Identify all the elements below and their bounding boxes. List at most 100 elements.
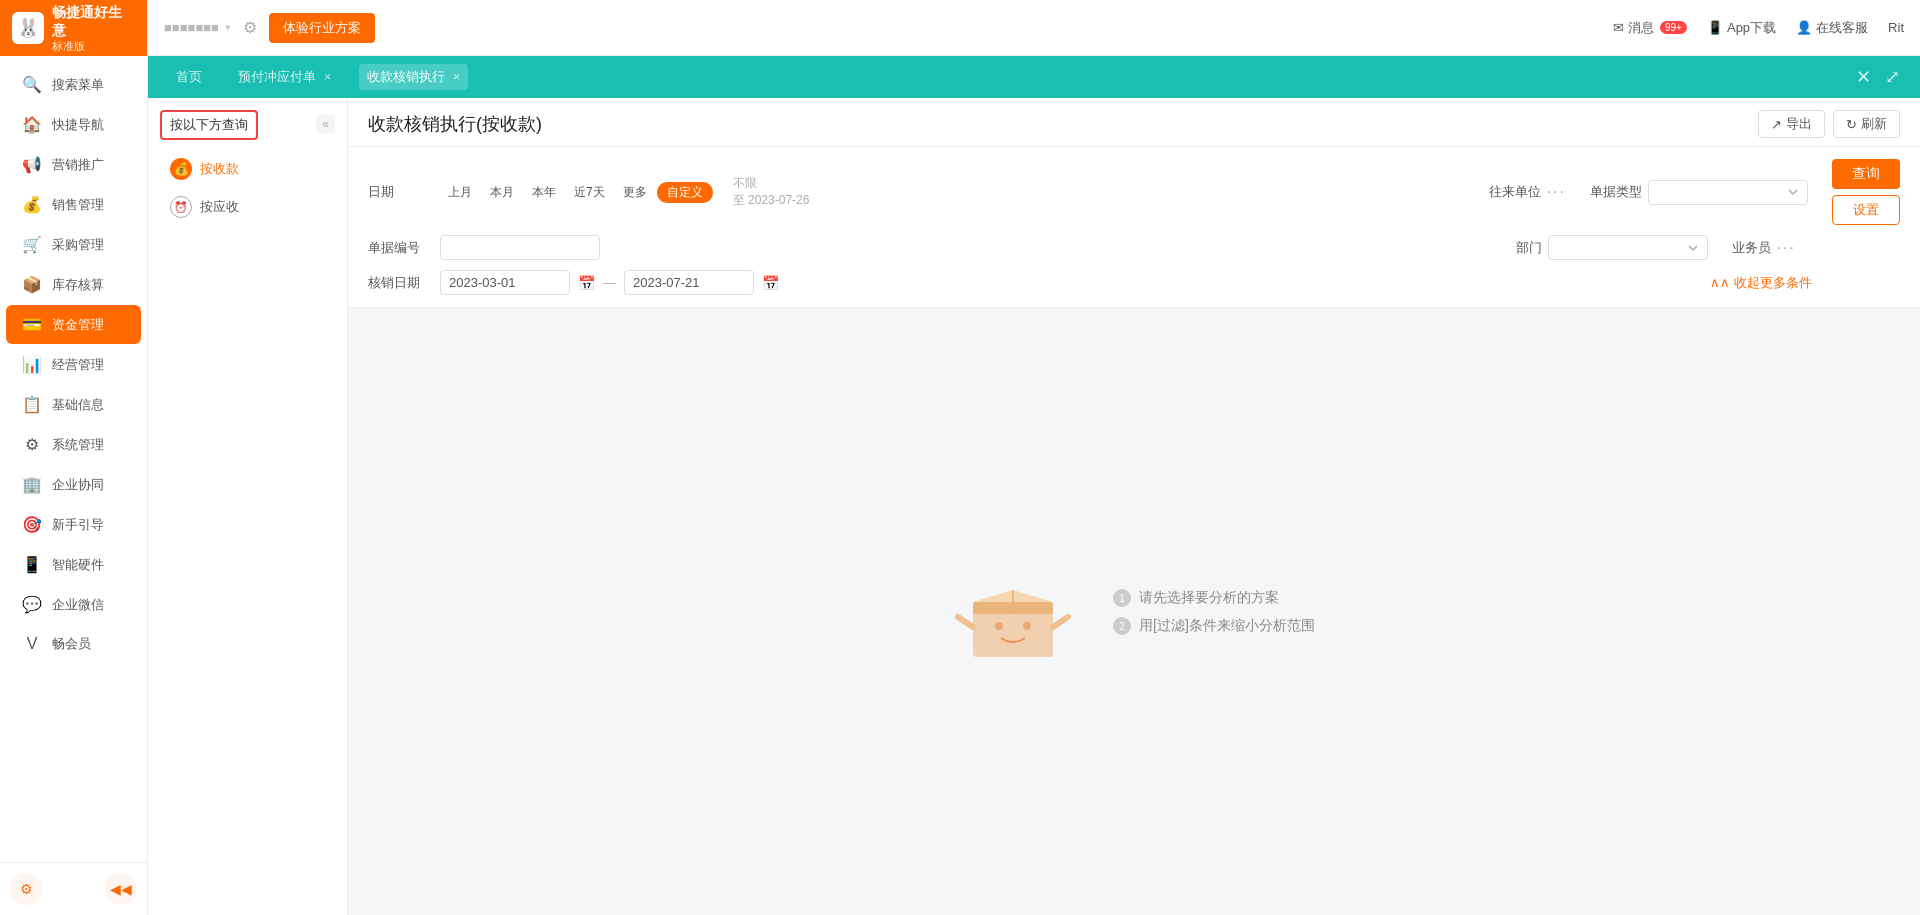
partner-field: 往来单位 ··· [1489,183,1566,201]
box-icon: 📦 [22,275,42,294]
settings-icon[interactable]: ⚙ [243,18,257,37]
doc-type-select[interactable] [1648,180,1808,205]
partner-more-icon[interactable]: ··· [1547,183,1566,201]
nav-tab-receipt-close[interactable]: × [453,69,461,84]
nav-tab-prepay[interactable]: 预付冲应付单 × [230,64,339,90]
filter-option-by-receipt[interactable]: 💰 按收款 [160,150,335,188]
calendar-start-icon[interactable]: 📅 [578,275,595,291]
filter-option-label: 按收款 [200,160,239,178]
date-tab-prev-month[interactable]: 上月 [440,181,480,204]
staff-more-icon[interactable]: ··· [1777,239,1796,257]
sidebar-item-basic-info[interactable]: 📋 基础信息 [6,385,141,424]
date-tab-this-year[interactable]: 本年 [524,181,564,204]
page-title: 收款核销执行(按收款) [368,112,542,136]
sidebar-item-label: 资金管理 [52,316,104,334]
download-icon: 📱 [1707,20,1723,35]
main-area: ■■■■■■■ ▾ ⚙ 体验行业方案 ✉ 消息 99+ 📱 App下载 👤 在线… [148,0,1920,915]
account-selector[interactable]: ■■■■■■■ ▾ [164,20,231,35]
message-label: 消息 [1628,19,1654,37]
chat-icon: 💬 [22,595,42,614]
app-name: 畅捷通好生意 [52,3,135,39]
dropdown-icon: ▾ [225,21,231,34]
staff-label: 业务员 [1732,239,1771,257]
sidebar-item-label: 营销推广 [52,156,104,174]
date-filter-label: 日期 [368,183,424,201]
maximize-btn[interactable]: ⤢ [1885,66,1900,88]
money-icon: 💰 [22,195,42,214]
megaphone-icon: 📢 [22,155,42,174]
svg-line-7 [1053,617,1068,627]
nav-tab-prepay-close[interactable]: × [324,69,332,84]
message-btn[interactable]: ✉ 消息 99+ [1613,19,1687,37]
app-download-btn[interactable]: 📱 App下载 [1707,19,1776,37]
filter-settings-button[interactable]: 设置 [1832,195,1900,225]
settings-footer-btn[interactable]: ⚙ [10,873,42,905]
content-area: 按以下方查询 « 💰 按收款 ⏰ 按应收 收款核销执行(按收款) [148,98,1920,915]
data-area: 1 请先选择要分析的方案 2 用[过滤]条件来缩小分析范围 [348,308,1920,915]
empty-state: 1 请先选择要分析的方案 2 用[过滤]条件来缩小分析范围 [953,562,1315,662]
cart-icon: 🛒 [22,235,42,254]
sidebar-item-label: 经营管理 [52,356,104,374]
write-off-end-input[interactable] [624,270,754,295]
date-tab-custom[interactable]: 自定义 [657,182,713,203]
sidebar-item-operations[interactable]: 📊 经营管理 [6,345,141,384]
left-filter-panel: 按以下方查询 « 💰 按收款 ⏰ 按应收 [148,98,348,915]
sidebar: 🐰 畅捷通好生意 标准版 🔍 搜索菜单 🏠 快捷导航 📢 营销推广 💰 销售管理… [0,0,148,915]
refresh-button[interactable]: ↻ 刷新 [1833,110,1900,138]
sidebar-item-hardware[interactable]: 📱 智能硬件 [6,545,141,584]
sidebar-item-search[interactable]: 🔍 搜索菜单 [6,65,141,104]
nav-tab-home-label: 首页 [176,69,202,84]
doc-no-input[interactable] [440,235,600,260]
sidebar-item-label: 企业协同 [52,476,104,494]
nav-tab-home[interactable]: 首页 [168,64,210,90]
sidebar-item-label: 智能硬件 [52,556,104,574]
online-service-btn[interactable]: 👤 在线客服 [1796,19,1868,37]
sidebar-item-wechat[interactable]: 💬 企业微信 [6,585,141,624]
collapse-more-btn[interactable]: ∧∧ 收起更多条件 [1710,274,1812,292]
svg-point-5 [1023,622,1031,630]
nav-tab-receipt[interactable]: 收款核销执行 × [359,64,468,90]
sidebar-item-purchase[interactable]: 🛒 采购管理 [6,225,141,264]
gear-icon: ⚙ [22,435,42,454]
date-tab-last-7-days[interactable]: 近7天 [566,181,613,204]
sidebar-item-label: 采购管理 [52,236,104,254]
date-tab-this-month[interactable]: 本月 [482,181,522,204]
logo-icon: 🐰 [12,12,44,44]
write-off-date-label: 核销日期 [368,274,424,292]
doc-type-field: 单据类型 [1590,180,1808,205]
sidebar-item-label: 新手引导 [52,516,104,534]
sidebar-item-newbie[interactable]: 🎯 新手引导 [6,505,141,544]
receivable-icon: ⏰ [170,196,192,218]
sidebar-item-sales[interactable]: 💰 销售管理 [6,185,141,224]
collapse-filter-btn[interactable]: « [316,115,335,133]
doc-type-label: 单据类型 [1590,183,1642,201]
service-icon: 👤 [1796,20,1812,35]
filter-row-1: 日期 上月 本月 本年 近7天 更多 自定义 不限 至 2023-07-26 [368,159,1900,225]
chevron-up-icon: ∧∧ [1710,275,1730,290]
sidebar-item-enterprise[interactable]: 🏢 企业协同 [6,465,141,504]
sidebar-item-label: 企业微信 [52,596,104,614]
filter-row-2: 单据编号 部门 业务员 ··· [368,235,1900,260]
sidebar-item-finance[interactable]: 💳 资金管理 [6,305,141,344]
username-display[interactable]: Rit [1888,20,1904,35]
sidebar-item-marketing[interactable]: 📢 营销推广 [6,145,141,184]
sidebar-item-system[interactable]: ⚙ 系统管理 [6,425,141,464]
solution-button[interactable]: 体验行业方案 [269,13,375,43]
date-tab-more[interactable]: 更多 [615,181,655,204]
filter-option-by-receivable[interactable]: ⏰ 按应收 [160,188,335,226]
calendar-end-icon[interactable]: 📅 [762,275,779,291]
sidebar-item-vip[interactable]: V 畅会员 [6,625,141,663]
dept-select[interactable] [1548,235,1708,260]
collapse-sidebar-btn[interactable]: ◀◀ [105,873,137,905]
close-window-btn[interactable]: ✕ [1856,66,1871,88]
sidebar-item-inventory[interactable]: 📦 库存核算 [6,265,141,304]
date-separator: — [603,275,616,290]
write-off-start-input[interactable] [440,270,570,295]
tip-text-1: 请先选择要分析的方案 [1139,589,1279,607]
nav-tab-prepay-label: 预付冲应付单 [238,69,316,84]
export-button[interactable]: ↗ 导出 [1758,110,1825,138]
filter-option-label: 按应收 [200,198,239,216]
app-download-label: App下载 [1727,19,1776,37]
query-button[interactable]: 查询 [1832,159,1900,189]
sidebar-item-quick-nav[interactable]: 🏠 快捷导航 [6,105,141,144]
